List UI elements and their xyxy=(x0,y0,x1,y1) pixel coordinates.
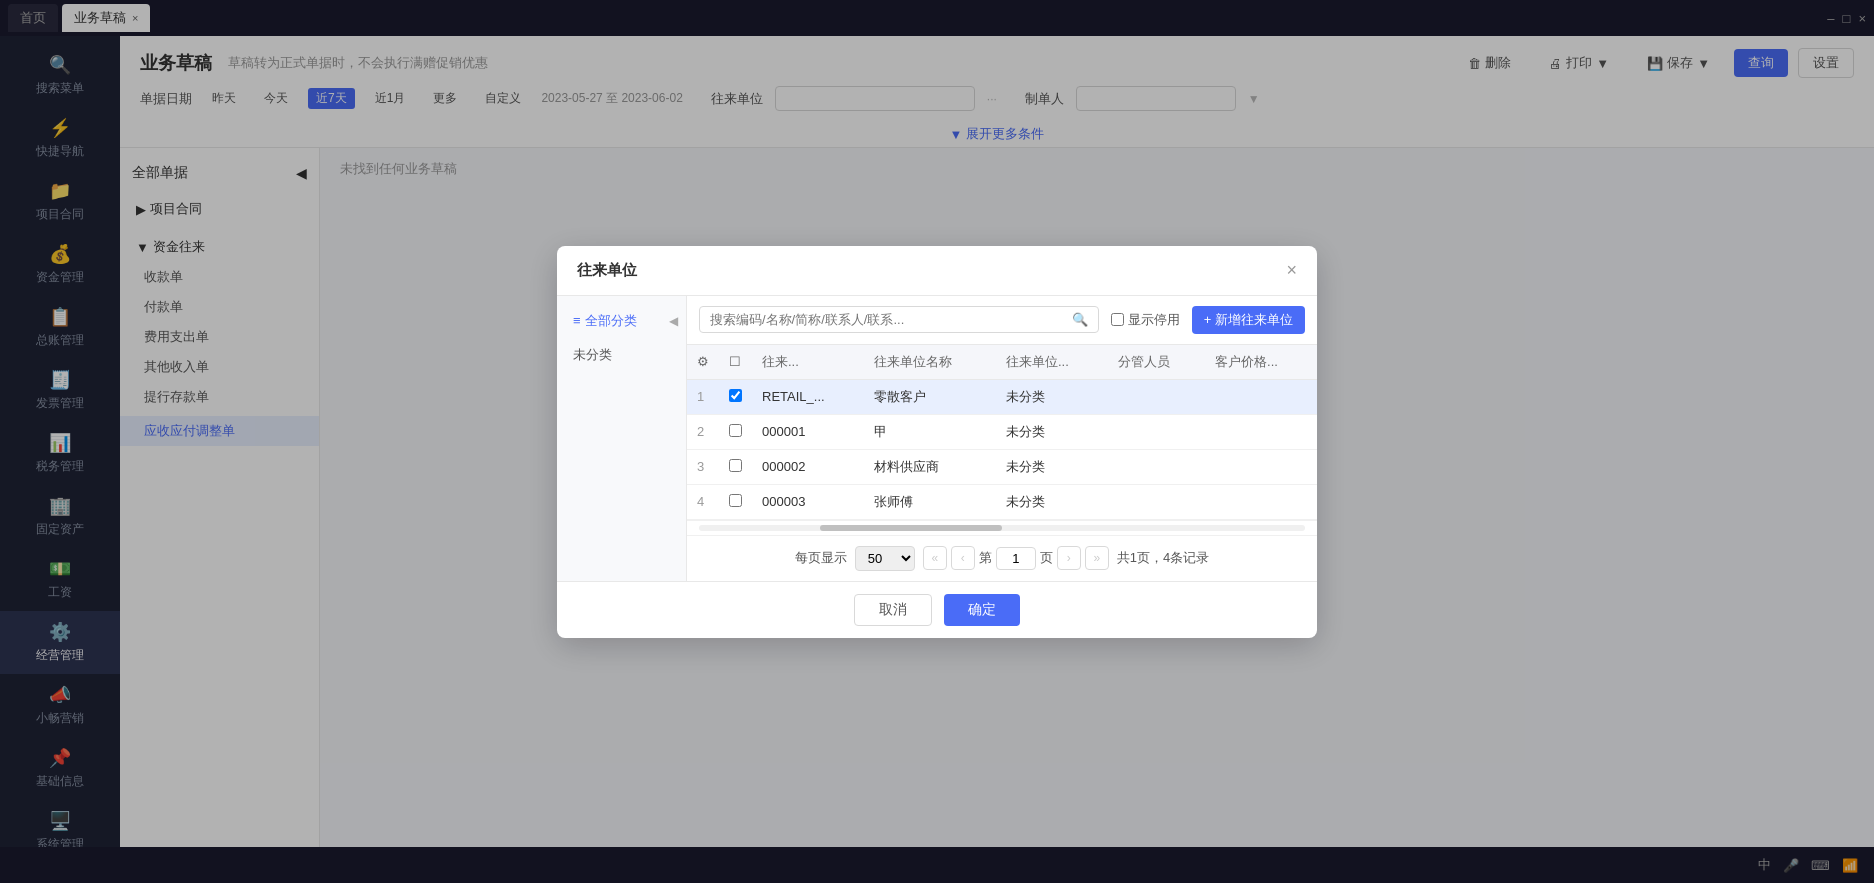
row-category-3: 未分类 xyxy=(996,449,1108,484)
col-check[interactable]: ☐ xyxy=(719,345,752,380)
row-salesperson-2 xyxy=(1108,414,1205,449)
page-next-btn[interactable]: › xyxy=(1057,546,1081,570)
row-category-4: 未分类 xyxy=(996,484,1108,519)
modal-body: ≡ 全部分类 ◀ 未分类 🔍 显示停用 + 新增往来单位 xyxy=(557,296,1317,581)
total-label: 共1页，4条记录 xyxy=(1117,549,1209,567)
modal-pagination: 每页显示 50 100 « ‹ 第 页 › » 共1页，4条记录 xyxy=(687,535,1317,581)
modal-sidebar-uncategorized-label: 未分类 xyxy=(573,347,612,362)
per-page-label: 每页显示 xyxy=(795,549,847,567)
modal-table: ⚙ ☐ 往来... 往来单位名称 往来单位... 分管人员 客户价格... 1 xyxy=(687,345,1317,520)
row-num-1: 1 xyxy=(687,379,719,414)
modal-sidebar-header-label: 全部分类 xyxy=(585,312,637,330)
row-salesperson-1 xyxy=(1108,379,1205,414)
modal-scrollbar-track[interactable] xyxy=(699,525,1305,531)
page-nav: « ‹ 第 页 › » xyxy=(923,546,1109,570)
modal-sidebar-header-icon: ≡ xyxy=(573,313,581,328)
modal-content-area: 🔍 显示停用 + 新增往来单位 ⚙ ☐ 往来... 往来单位名称 xyxy=(687,296,1317,581)
modal-scrollbar-thumb[interactable] xyxy=(820,525,1002,531)
modal-close-button[interactable]: × xyxy=(1286,260,1297,281)
modal-scrollbar-row xyxy=(687,520,1317,535)
per-page-select[interactable]: 50 100 xyxy=(855,546,915,571)
modal-sidebar: ≡ 全部分类 ◀ 未分类 xyxy=(557,296,687,581)
row-code-2: 000001 xyxy=(752,414,864,449)
page-suffix: 页 xyxy=(1040,549,1053,567)
row-salesperson-3 xyxy=(1108,449,1205,484)
row-check-2[interactable] xyxy=(719,414,752,449)
page-prev-btn[interactable]: ‹ xyxy=(951,546,975,570)
col-salesperson: 分管人员 xyxy=(1108,345,1205,380)
modal-title: 往来单位 xyxy=(577,261,637,280)
page-label: 第 xyxy=(979,549,992,567)
modal-search-input[interactable] xyxy=(710,312,1066,327)
show-disabled-label: 显示停用 xyxy=(1128,311,1180,329)
col-code: 往来... xyxy=(752,345,864,380)
cancel-button[interactable]: 取消 xyxy=(854,594,932,626)
row-category-1: 未分类 xyxy=(996,379,1108,414)
add-partner-button[interactable]: + 新增往来单位 xyxy=(1192,306,1305,334)
modal-header: 往来单位 × xyxy=(557,246,1317,296)
partner-table: ⚙ ☐ 往来... 往来单位名称 往来单位... 分管人员 客户价格... 1 xyxy=(687,345,1317,520)
row-check-4[interactable] xyxy=(719,484,752,519)
table-row[interactable]: 4 000003 张师傅 未分类 xyxy=(687,484,1317,519)
row-price-3 xyxy=(1205,449,1317,484)
row-code-3: 000002 xyxy=(752,449,864,484)
confirm-button[interactable]: 确定 xyxy=(944,594,1020,626)
col-settings[interactable]: ⚙ xyxy=(687,345,719,380)
row-name-1: 零散客户 xyxy=(864,379,996,414)
row-num-4: 4 xyxy=(687,484,719,519)
row-price-2 xyxy=(1205,414,1317,449)
row-num-2: 2 xyxy=(687,414,719,449)
page-first-btn[interactable]: « xyxy=(923,546,947,570)
row-name-3: 材料供应商 xyxy=(864,449,996,484)
row-name-4: 张师傅 xyxy=(864,484,996,519)
table-row[interactable]: 2 000001 甲 未分类 xyxy=(687,414,1317,449)
show-disabled-checkbox[interactable]: 显示停用 xyxy=(1111,311,1180,329)
row-num-3: 3 xyxy=(687,449,719,484)
table-body: 1 RETAIL_... 零散客户 未分类 2 000001 xyxy=(687,379,1317,519)
modal-search-icon: 🔍 xyxy=(1072,312,1088,327)
row-category-2: 未分类 xyxy=(996,414,1108,449)
modal-sidebar-collapse-icon[interactable]: ◀ xyxy=(665,314,682,328)
modal-sidebar-header[interactable]: ≡ 全部分类 xyxy=(561,304,649,338)
row-check-3[interactable] xyxy=(719,449,752,484)
partner-modal: 往来单位 × ≡ 全部分类 ◀ 未分类 🔍 xyxy=(557,246,1317,638)
row-name-2: 甲 xyxy=(864,414,996,449)
modal-sidebar-item-uncategorized[interactable]: 未分类 xyxy=(557,338,686,372)
page-input[interactable] xyxy=(996,547,1036,570)
modal-toolbar: 🔍 显示停用 + 新增往来单位 xyxy=(687,296,1317,345)
show-disabled-input[interactable] xyxy=(1111,313,1124,326)
row-code-1: RETAIL_... xyxy=(752,379,864,414)
col-name: 往来单位名称 xyxy=(864,345,996,380)
table-row[interactable]: 3 000002 材料供应商 未分类 xyxy=(687,449,1317,484)
table-head: ⚙ ☐ 往来... 往来单位名称 往来单位... 分管人员 客户价格... xyxy=(687,345,1317,380)
page-last-btn[interactable]: » xyxy=(1085,546,1109,570)
modal-footer: 取消 确定 xyxy=(557,581,1317,638)
col-category: 往来单位... xyxy=(996,345,1108,380)
row-check-1[interactable] xyxy=(719,379,752,414)
row-code-4: 000003 xyxy=(752,484,864,519)
row-price-1 xyxy=(1205,379,1317,414)
table-row[interactable]: 1 RETAIL_... 零散客户 未分类 xyxy=(687,379,1317,414)
row-price-4 xyxy=(1205,484,1317,519)
modal-search-box[interactable]: 🔍 xyxy=(699,306,1099,333)
row-salesperson-4 xyxy=(1108,484,1205,519)
col-price: 客户价格... xyxy=(1205,345,1317,380)
